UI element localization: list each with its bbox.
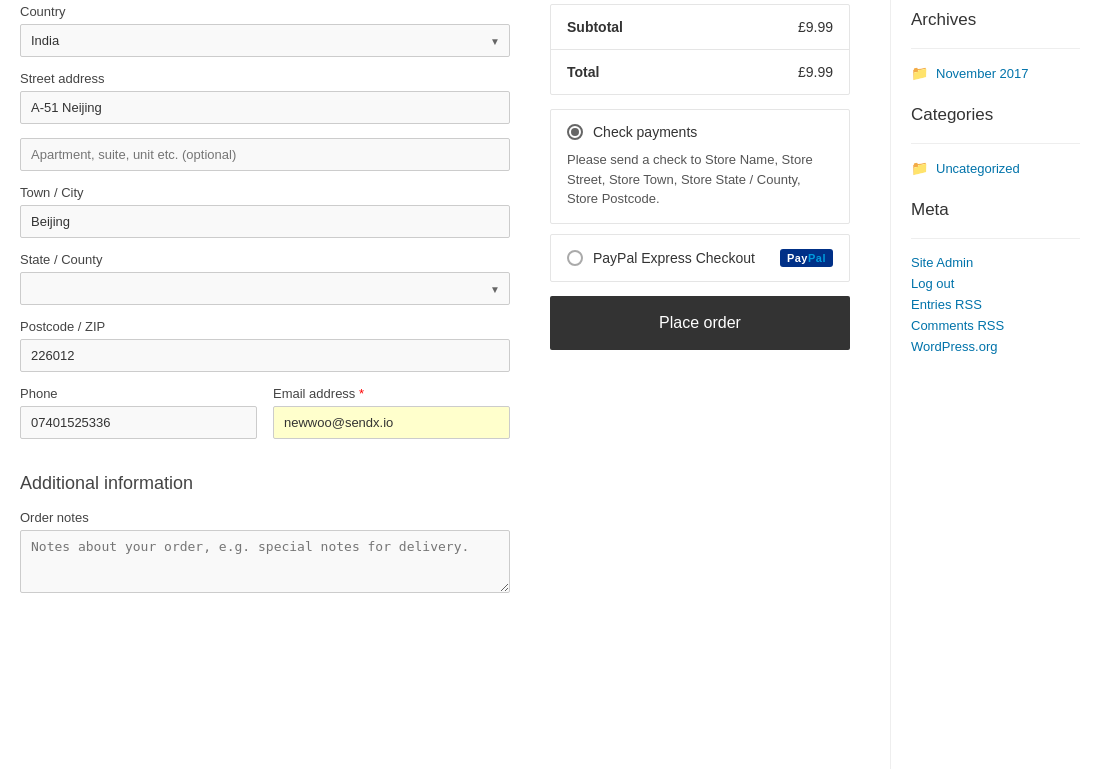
paypal-payment-header: PayPal Express Checkout PayPal (567, 249, 833, 267)
order-notes-label: Order notes (20, 510, 510, 525)
meta-title: Meta (911, 200, 1080, 226)
paypal-logo: PayPal (780, 249, 833, 267)
sidebar: Archives 📁 November 2017 Categories 📁 Un… (890, 0, 1100, 769)
phone-field: Phone (20, 386, 257, 439)
total-label: Total (567, 64, 599, 80)
subtotal-value: £9.99 (798, 19, 833, 35)
archives-section: Archives 📁 November 2017 (911, 10, 1080, 81)
state-select-wrapper (20, 272, 510, 305)
email-field: Email address * (273, 386, 510, 439)
archives-title: Archives (911, 10, 1080, 36)
meta-link-comments-rss[interactable]: Comments RSS (911, 318, 1080, 333)
meta-divider (911, 238, 1080, 239)
city-input[interactable] (20, 205, 510, 238)
meta-link-log-out[interactable]: Log out (911, 276, 1080, 291)
additional-info-title: Additional information (20, 473, 510, 494)
total-row: Total £9.99 (551, 50, 849, 94)
postcode-field: Postcode / ZIP (20, 319, 510, 372)
paypal-payment-method: PayPal Express Checkout PayPal (550, 234, 850, 282)
order-summary-table: Subtotal £9.99 Total £9.99 (550, 4, 850, 95)
order-summary-column: Subtotal £9.99 Total £9.99 Check payment… (550, 0, 850, 769)
total-value: £9.99 (798, 64, 833, 80)
categories-item-0: 📁 Uncategorized (911, 160, 1080, 176)
phone-email-row: Phone Email address * (20, 386, 510, 453)
country-label: Country (20, 4, 510, 19)
archives-item-0: 📁 November 2017 (911, 65, 1080, 81)
meta-link-wordpress-org[interactable]: WordPress.org (911, 339, 1080, 354)
email-label: Email address * (273, 386, 510, 401)
main-content: Country India United Kingdom United Stat… (0, 0, 1111, 769)
email-input[interactable] (273, 406, 510, 439)
order-notes-textarea[interactable] (20, 530, 510, 593)
subtotal-label: Subtotal (567, 19, 623, 35)
phone-input[interactable] (20, 406, 257, 439)
city-field: Town / City (20, 185, 510, 238)
street-input[interactable] (20, 91, 510, 124)
check-payment-desc: Please send a check to Store Name, Store… (567, 150, 833, 209)
subtotal-row: Subtotal £9.99 (551, 5, 849, 50)
city-label: Town / City (20, 185, 510, 200)
folder-icon-categories: 📁 (911, 160, 928, 176)
check-payment-label: Check payments (593, 124, 697, 140)
paypal-payment-label: PayPal Express Checkout (593, 250, 755, 266)
page-wrapper: Country India United Kingdom United Stat… (0, 0, 1111, 769)
state-select[interactable] (20, 272, 510, 305)
required-marker: * (355, 386, 364, 401)
apt-input[interactable] (20, 138, 510, 171)
country-field: Country India United Kingdom United Stat… (20, 4, 510, 57)
categories-section: Categories 📁 Uncategorized (911, 105, 1080, 176)
postcode-label: Postcode / ZIP (20, 319, 510, 334)
categories-title: Categories (911, 105, 1080, 131)
meta-section: Meta Site Admin Log out Entries RSS Comm… (911, 200, 1080, 354)
apt-field (20, 138, 510, 171)
meta-link-site-admin[interactable]: Site Admin (911, 255, 1080, 270)
folder-icon-archives: 📁 (911, 65, 928, 81)
order-notes-field: Order notes (20, 510, 510, 596)
state-field: State / County (20, 252, 510, 305)
street-label: Street address (20, 71, 510, 86)
archives-divider (911, 48, 1080, 49)
billing-form: Country India United Kingdom United Stat… (20, 0, 510, 769)
additional-info-section: Additional information (20, 473, 510, 494)
country-select[interactable]: India United Kingdom United States China… (20, 24, 510, 57)
categories-divider (911, 143, 1080, 144)
paypal-payment-radio[interactable] (567, 250, 583, 266)
check-payment-method: Check payments Please send a check to St… (550, 109, 850, 224)
archives-link-nov2017[interactable]: November 2017 (936, 66, 1029, 81)
categories-link-uncategorized[interactable]: Uncategorized (936, 161, 1020, 176)
check-payment-header: Check payments (567, 124, 833, 140)
check-payment-radio[interactable] (567, 124, 583, 140)
place-order-button[interactable]: Place order (550, 296, 850, 350)
country-select-wrapper: India United Kingdom United States China… (20, 24, 510, 57)
phone-label: Phone (20, 386, 257, 401)
state-label: State / County (20, 252, 510, 267)
meta-link-entries-rss[interactable]: Entries RSS (911, 297, 1080, 312)
street-field: Street address (20, 71, 510, 124)
postcode-input[interactable] (20, 339, 510, 372)
